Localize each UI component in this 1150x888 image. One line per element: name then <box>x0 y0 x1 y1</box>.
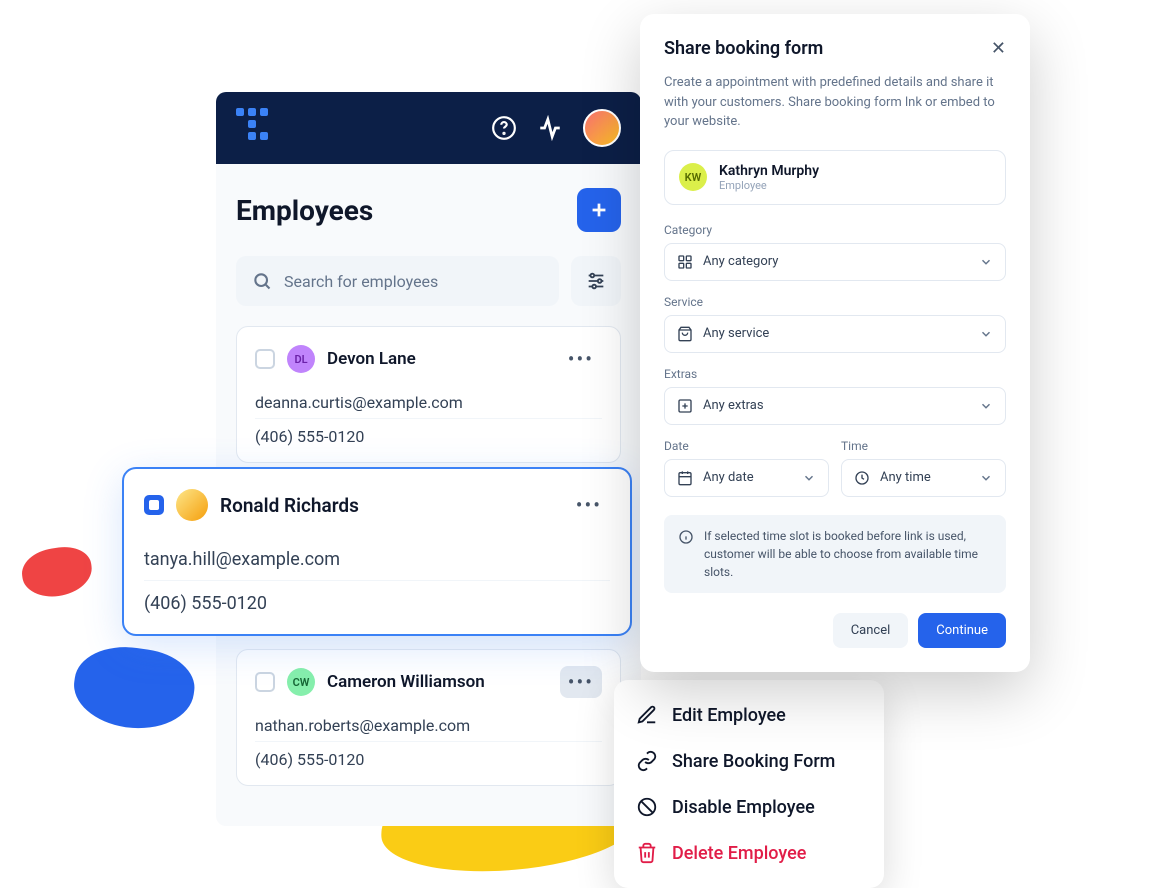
link-icon <box>636 750 658 772</box>
employee-card: CW Cameron Williamson ••• nathan.roberts… <box>236 649 621 786</box>
chevron-down-icon <box>979 471 993 485</box>
extras-label: Extras <box>664 367 1006 381</box>
service-select[interactable]: Any service <box>664 315 1006 353</box>
plus-square-icon <box>677 398 693 414</box>
employee-checkbox[interactable] <box>255 349 275 369</box>
modal-description: Create a appointment with predefined det… <box>664 73 1006 132</box>
trash-icon <box>636 842 658 864</box>
service-label: Service <box>664 295 1006 309</box>
clock-icon <box>854 470 870 486</box>
employee-avatar: DL <box>287 345 315 373</box>
ban-icon <box>636 796 658 818</box>
user-avatar[interactable] <box>583 109 621 147</box>
page-title: Employees <box>236 194 373 227</box>
close-button[interactable]: ✕ <box>991 38 1006 59</box>
share-booking-modal: Share booking form ✕ Create a appointmen… <box>640 14 1030 672</box>
filter-button[interactable] <box>571 256 621 306</box>
bag-icon <box>677 326 693 342</box>
chevron-down-icon <box>979 399 993 413</box>
search-placeholder: Search for employees <box>284 272 438 291</box>
employee-name: Cameron Williamson <box>327 672 485 692</box>
employee-card-selected: Ronald Richards ••• tanya.hill@example.c… <box>122 467 632 636</box>
grid-icon <box>677 254 693 270</box>
calendar-icon <box>677 470 693 486</box>
chevron-down-icon <box>979 327 993 341</box>
menu-disable-employee[interactable]: Disable Employee <box>614 784 884 830</box>
chevron-down-icon <box>979 255 993 269</box>
employee-email: tanya.hill@example.com <box>144 539 610 581</box>
employee-phone: (406) 555-0120 <box>255 742 602 769</box>
menu-share-booking-form[interactable]: Share Booking Form <box>614 738 884 784</box>
employee-email: deanna.curtis@example.com <box>255 387 602 419</box>
search-icon <box>252 271 272 291</box>
info-icon <box>678 529 694 545</box>
employee-avatar: CW <box>287 668 315 696</box>
employee-context-menu: Edit Employee Share Booking Form Disable… <box>614 680 884 888</box>
decorative-blob-red <box>19 543 95 600</box>
employee-more-button[interactable]: ••• <box>560 343 602 375</box>
employee-more-button[interactable]: ••• <box>568 489 610 521</box>
employee-phone: (406) 555-0120 <box>144 581 610 614</box>
employee-email: nathan.roberts@example.com <box>255 710 602 742</box>
date-select[interactable]: Any date <box>664 459 829 497</box>
employee-more-button[interactable]: ••• <box>560 666 602 698</box>
chevron-down-icon <box>802 471 816 485</box>
category-label: Category <box>664 223 1006 237</box>
employee-avatar: KW <box>679 163 707 191</box>
employee-checkbox[interactable] <box>144 495 164 515</box>
help-icon[interactable] <box>491 115 517 141</box>
app-logo <box>236 108 276 148</box>
activity-icon[interactable] <box>537 115 563 141</box>
time-select[interactable]: Any time <box>841 459 1006 497</box>
date-label: Date <box>664 439 829 453</box>
employee-avatar <box>176 489 208 521</box>
continue-button[interactable]: Continue <box>918 613 1006 648</box>
employee-name: Kathryn Murphy <box>719 163 819 179</box>
modal-title: Share booking form <box>664 38 823 59</box>
info-notice: If selected time slot is booked before l… <box>664 515 1006 593</box>
employee-card: DL Devon Lane ••• deanna.curtis@example.… <box>236 326 621 463</box>
cancel-button[interactable]: Cancel <box>833 613 909 648</box>
add-employee-button[interactable] <box>577 188 621 232</box>
search-input[interactable]: Search for employees <box>236 256 559 306</box>
category-select[interactable]: Any category <box>664 243 1006 281</box>
employee-role: Employee <box>719 179 819 192</box>
decorative-blob-blue <box>69 640 199 736</box>
employee-checkbox[interactable] <box>255 672 275 692</box>
time-label: Time <box>841 439 1006 453</box>
employee-name: Devon Lane <box>327 349 416 369</box>
employee-name: Ronald Richards <box>220 494 359 517</box>
pencil-icon <box>636 704 658 726</box>
app-header <box>216 92 641 164</box>
menu-edit-employee[interactable]: Edit Employee <box>614 692 884 738</box>
employee-phone: (406) 555-0120 <box>255 419 602 446</box>
selected-employee-token: KW Kathryn Murphy Employee <box>664 150 1006 205</box>
menu-delete-employee[interactable]: Delete Employee <box>614 830 884 876</box>
extras-select[interactable]: Any extras <box>664 387 1006 425</box>
